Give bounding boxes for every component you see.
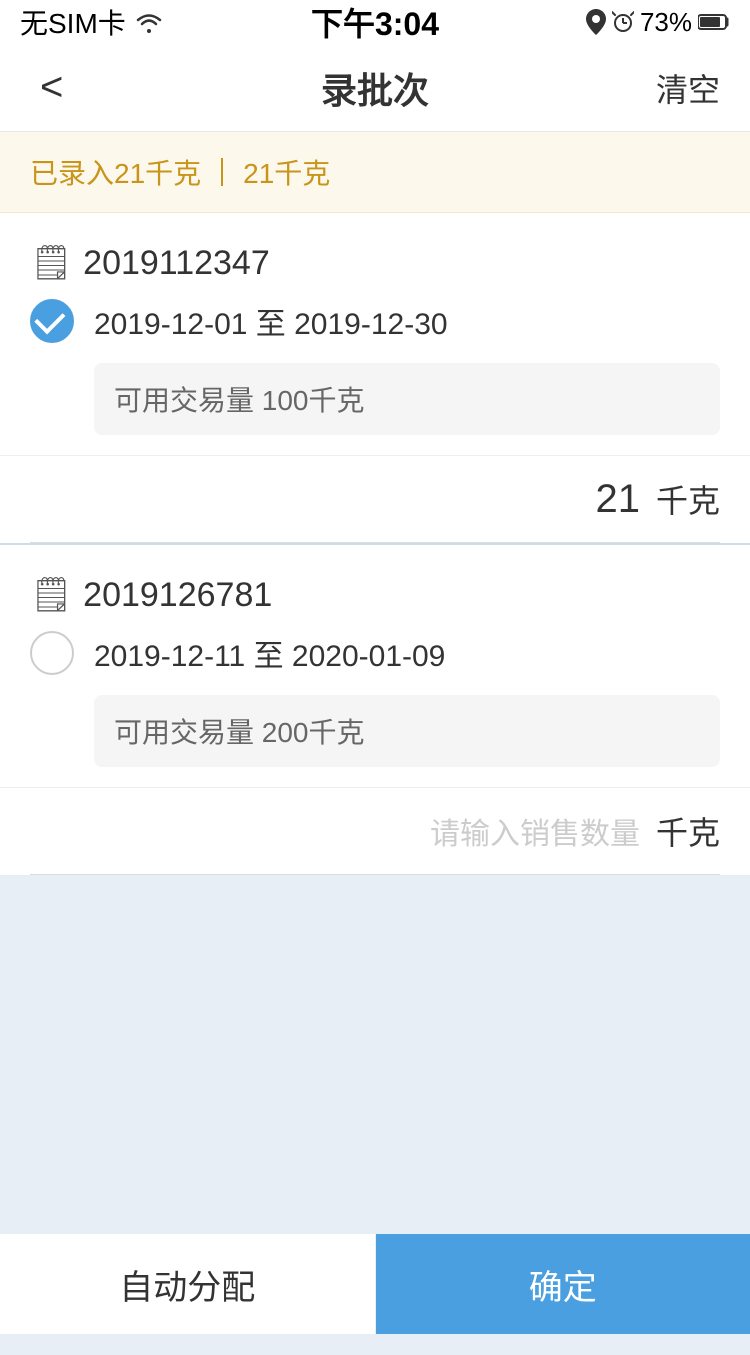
wifi-icon (134, 11, 164, 33)
batch-id-1: 2019112347 (83, 244, 270, 283)
qty-input-row-1: 21 千克 (0, 455, 750, 542)
date-row-1[interactable]: 2019-12-01 至 2019-12-30 (30, 299, 720, 343)
batch-id-2: 2019126781 (83, 576, 272, 615)
bottom-bar: 自动分配 确定 (0, 1234, 750, 1334)
batch-card-2: 🗒 2019126781 2019-12-11 至 2020-01-09 可用交… (0, 545, 750, 875)
date-range-2: 2019-12-11 至 2020-01-09 (94, 631, 445, 675)
info-divider (221, 158, 223, 186)
document-icon-1: 🗒 (30, 243, 73, 283)
quantity-label: 21千克 (243, 152, 330, 192)
card-2-inner: 🗒 2019126781 2019-12-11 至 2020-01-09 可用交… (0, 545, 750, 787)
date-range-1: 2019-12-01 至 2019-12-30 (94, 299, 448, 343)
batch-id-row-1: 🗒 2019112347 (30, 243, 720, 283)
nav-title: 录批次 (321, 62, 429, 114)
qty-unit-1: 千克 (656, 476, 720, 522)
info-banner: 已录入21千克 21千克 (0, 132, 750, 213)
available-qty-1: 可用交易量 100千克 (94, 363, 720, 435)
qty-unit-2: 千克 (656, 808, 720, 854)
auto-distribute-button[interactable]: 自动分配 (0, 1234, 376, 1334)
status-right: 73% (586, 7, 730, 38)
radio-btn-1[interactable] (30, 299, 74, 343)
status-time: 下午3:04 (311, 0, 439, 45)
card-1-inner: 🗒 2019112347 2019-12-01 至 2019-12-30 可用交… (0, 213, 750, 455)
clear-button[interactable]: 清空 (656, 65, 720, 111)
location-icon (586, 9, 606, 35)
carrier-text: 无SIM卡 (20, 2, 126, 42)
battery-icon (698, 13, 730, 31)
alarm-icon (612, 10, 634, 34)
batch-id-row-2: 🗒 2019126781 (30, 575, 720, 615)
available-qty-2: 可用交易量 200千克 (94, 695, 720, 767)
back-button[interactable]: < (30, 55, 73, 120)
date-row-2[interactable]: 2019-12-11 至 2020-01-09 (30, 631, 720, 675)
battery-text: 73% (640, 7, 692, 38)
qty-value-1[interactable]: 21 (595, 477, 640, 522)
qty-input-row-2: 请输入销售数量 千克 (0, 787, 750, 874)
entered-label: 已录入21千克 (30, 152, 201, 192)
status-left: 无SIM卡 (20, 2, 164, 42)
page-content: 🗒 2019112347 2019-12-01 至 2019-12-30 可用交… (0, 213, 750, 1355)
radio-btn-2[interactable] (30, 631, 74, 675)
batch-card-1: 🗒 2019112347 2019-12-01 至 2019-12-30 可用交… (0, 213, 750, 543)
document-icon-2: 🗒 (30, 575, 73, 615)
qty-placeholder-2[interactable]: 请输入销售数量 (430, 809, 640, 853)
confirm-button[interactable]: 确定 (376, 1234, 750, 1334)
status-bar: 无SIM卡 下午3:04 73% (0, 0, 750, 44)
nav-bar: < 录批次 清空 (0, 44, 750, 132)
